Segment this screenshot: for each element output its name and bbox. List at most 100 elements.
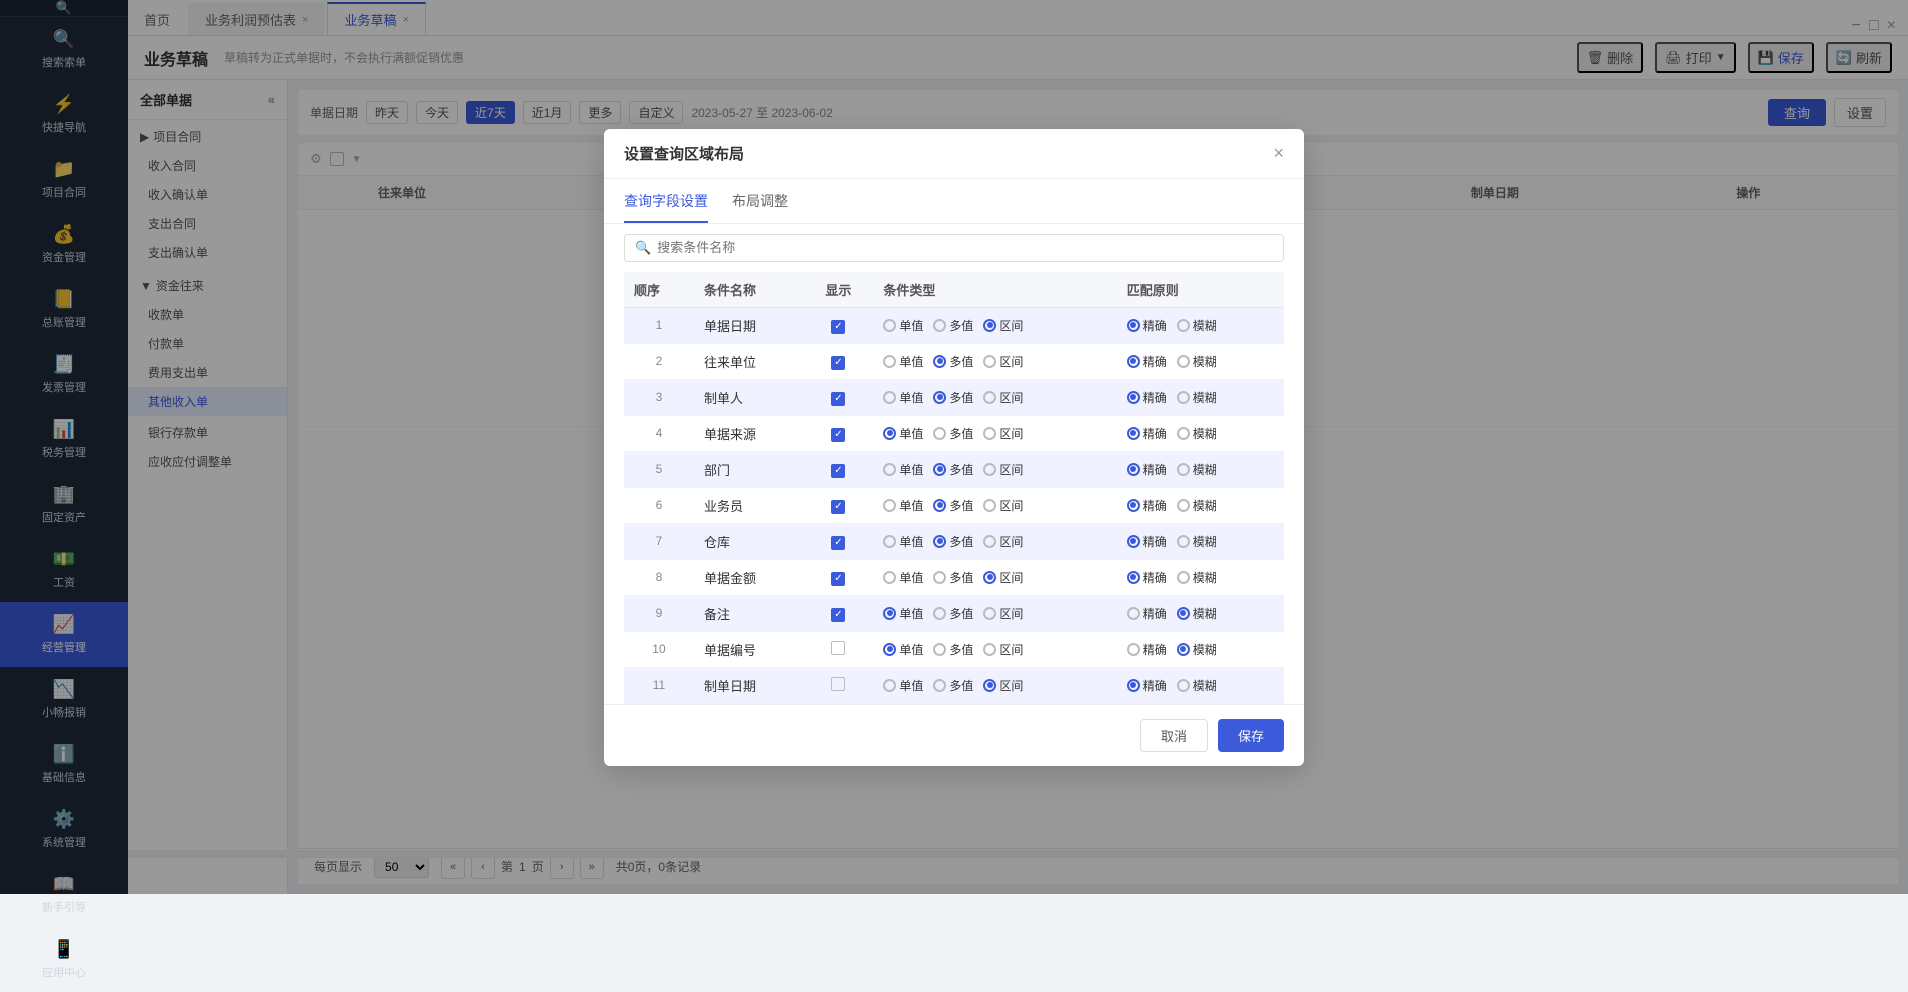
radio-fuzzy[interactable]: 模糊 bbox=[1177, 353, 1217, 370]
radio-multi-circle bbox=[933, 463, 946, 476]
show-checkbox[interactable] bbox=[831, 392, 845, 406]
radio-single[interactable]: 单值 bbox=[883, 641, 923, 658]
show-checkbox[interactable] bbox=[831, 464, 845, 478]
radio-fuzzy[interactable]: 模糊 bbox=[1177, 677, 1217, 694]
radio-single-label: 单值 bbox=[899, 389, 923, 406]
row-show[interactable] bbox=[803, 343, 873, 379]
row-show[interactable] bbox=[803, 451, 873, 487]
radio-single[interactable]: 单值 bbox=[883, 497, 923, 514]
radio-single[interactable]: 单值 bbox=[883, 317, 923, 334]
modal-save-button[interactable]: 保存 bbox=[1218, 719, 1284, 752]
radio-single[interactable]: 单值 bbox=[883, 605, 923, 622]
radio-fuzzy-circle bbox=[1177, 427, 1190, 440]
radio-multi[interactable]: 多值 bbox=[933, 533, 973, 550]
row-show[interactable] bbox=[803, 631, 873, 667]
radio-multi[interactable]: 多值 bbox=[933, 425, 973, 442]
show-checkbox[interactable] bbox=[831, 608, 845, 622]
radio-exact[interactable]: 精确 bbox=[1127, 677, 1167, 694]
radio-exact[interactable]: 精确 bbox=[1127, 353, 1167, 370]
radio-fuzzy[interactable]: 模糊 bbox=[1177, 605, 1217, 622]
radio-range[interactable]: 区间 bbox=[983, 569, 1023, 586]
radio-exact[interactable]: 精确 bbox=[1127, 389, 1167, 406]
radio-exact[interactable]: 精确 bbox=[1127, 641, 1167, 658]
radio-range[interactable]: 区间 bbox=[983, 677, 1023, 694]
radio-range[interactable]: 区间 bbox=[983, 497, 1023, 514]
row-name: 往来单位 bbox=[694, 343, 803, 379]
radio-exact[interactable]: 精确 bbox=[1127, 425, 1167, 442]
radio-fuzzy[interactable]: 模糊 bbox=[1177, 533, 1217, 550]
radio-range[interactable]: 区间 bbox=[983, 389, 1023, 406]
radio-fuzzy[interactable]: 模糊 bbox=[1177, 317, 1217, 334]
show-checkbox[interactable] bbox=[831, 428, 845, 442]
radio-range[interactable]: 区间 bbox=[983, 641, 1023, 658]
radio-single[interactable]: 单值 bbox=[883, 425, 923, 442]
modal-close-button[interactable]: × bbox=[1273, 144, 1284, 162]
radio-range[interactable]: 区间 bbox=[983, 461, 1023, 478]
modal-search-input[interactable] bbox=[657, 240, 1273, 255]
radio-exact[interactable]: 精确 bbox=[1127, 461, 1167, 478]
sidebar-item-app[interactable]: 📱 应用中心 bbox=[0, 927, 128, 992]
radio-multi[interactable]: 多值 bbox=[933, 497, 973, 514]
row-show[interactable] bbox=[803, 379, 873, 415]
radio-multi[interactable]: 多值 bbox=[933, 641, 973, 658]
show-checkbox[interactable] bbox=[831, 356, 845, 370]
row-show[interactable] bbox=[803, 523, 873, 559]
radio-range-circle bbox=[983, 571, 996, 584]
radio-exact[interactable]: 精确 bbox=[1127, 605, 1167, 622]
modal-search-box: 🔍 bbox=[624, 234, 1284, 262]
show-checkbox[interactable] bbox=[831, 536, 845, 550]
radio-multi-label: 多值 bbox=[949, 677, 973, 694]
radio-range[interactable]: 区间 bbox=[983, 353, 1023, 370]
radio-single[interactable]: 单值 bbox=[883, 461, 923, 478]
row-show[interactable] bbox=[803, 667, 873, 703]
show-checkbox[interactable] bbox=[831, 641, 845, 655]
modal-table-row: 8单据金额 单值 多值 区间 精确 bbox=[624, 559, 1284, 595]
radio-multi[interactable]: 多值 bbox=[933, 605, 973, 622]
radio-single[interactable]: 单值 bbox=[883, 677, 923, 694]
radio-multi[interactable]: 多值 bbox=[933, 461, 973, 478]
radio-single-label: 单值 bbox=[899, 461, 923, 478]
modal: 设置查询区域布局 × 查询字段设置 布局调整 🔍 顺序 条件名称 bbox=[604, 129, 1304, 766]
radio-range[interactable]: 区间 bbox=[983, 605, 1023, 622]
row-show[interactable] bbox=[803, 595, 873, 631]
radio-single[interactable]: 单值 bbox=[883, 353, 923, 370]
radio-fuzzy[interactable]: 模糊 bbox=[1177, 425, 1217, 442]
radio-range[interactable]: 区间 bbox=[983, 533, 1023, 550]
modal-tab-layout[interactable]: 布局调整 bbox=[732, 179, 788, 223]
row-seq: 8 bbox=[624, 559, 694, 595]
radio-fuzzy[interactable]: 模糊 bbox=[1177, 461, 1217, 478]
row-name: 单据金额 bbox=[694, 559, 803, 595]
radio-exact[interactable]: 精确 bbox=[1127, 569, 1167, 586]
radio-single[interactable]: 单值 bbox=[883, 389, 923, 406]
radio-exact[interactable]: 精确 bbox=[1127, 533, 1167, 550]
row-match: 精确 模糊 bbox=[1117, 415, 1284, 451]
cancel-button[interactable]: 取消 bbox=[1140, 719, 1208, 752]
show-checkbox[interactable] bbox=[831, 500, 845, 514]
radio-multi[interactable]: 多值 bbox=[933, 317, 973, 334]
radio-fuzzy[interactable]: 模糊 bbox=[1177, 641, 1217, 658]
row-show[interactable] bbox=[803, 487, 873, 523]
row-show[interactable] bbox=[803, 415, 873, 451]
radio-multi[interactable]: 多值 bbox=[933, 677, 973, 694]
radio-fuzzy[interactable]: 模糊 bbox=[1177, 497, 1217, 514]
show-checkbox[interactable] bbox=[831, 677, 845, 691]
row-show[interactable] bbox=[803, 307, 873, 343]
row-show[interactable] bbox=[803, 559, 873, 595]
radio-single[interactable]: 单值 bbox=[883, 533, 923, 550]
radio-exact[interactable]: 精确 bbox=[1127, 497, 1167, 514]
radio-exact[interactable]: 精确 bbox=[1127, 317, 1167, 334]
radio-multi[interactable]: 多值 bbox=[933, 389, 973, 406]
radio-single[interactable]: 单值 bbox=[883, 569, 923, 586]
radio-multi[interactable]: 多值 bbox=[933, 353, 973, 370]
row-seq: 5 bbox=[624, 451, 694, 487]
radio-fuzzy[interactable]: 模糊 bbox=[1177, 389, 1217, 406]
modal-tab-fields[interactable]: 查询字段设置 bbox=[624, 179, 708, 223]
show-checkbox[interactable] bbox=[831, 572, 845, 586]
modal-overlay[interactable]: 设置查询区域布局 × 查询字段设置 布局调整 🔍 顺序 条件名称 bbox=[0, 0, 1908, 894]
radio-range[interactable]: 区间 bbox=[983, 317, 1023, 334]
radio-range[interactable]: 区间 bbox=[983, 425, 1023, 442]
radio-multi[interactable]: 多值 bbox=[933, 569, 973, 586]
show-checkbox[interactable] bbox=[831, 320, 845, 334]
radio-fuzzy[interactable]: 模糊 bbox=[1177, 569, 1217, 586]
radio-fuzzy-circle bbox=[1177, 571, 1190, 584]
